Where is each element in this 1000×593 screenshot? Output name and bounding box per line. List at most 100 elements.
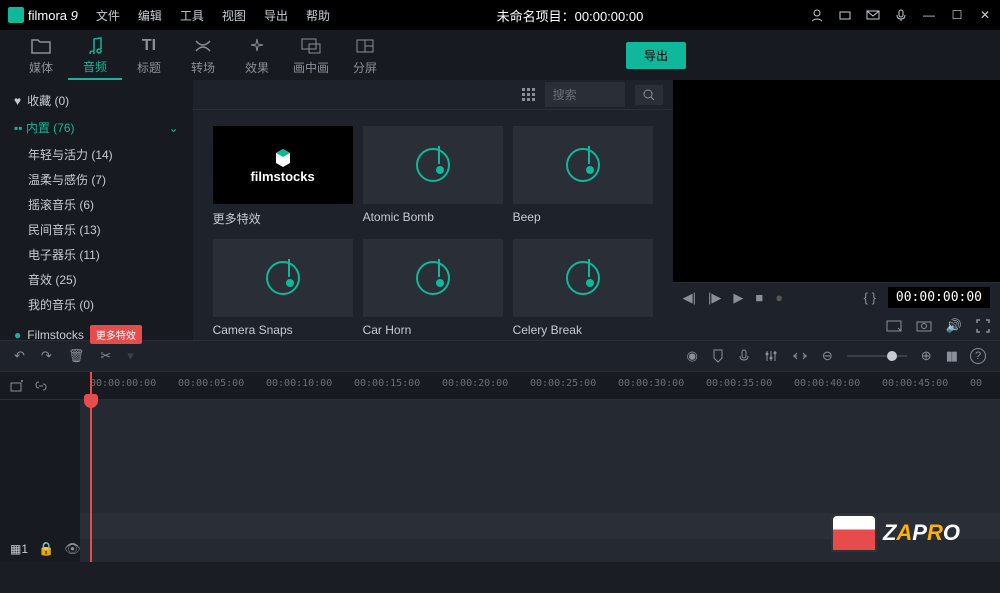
eye-icon[interactable]: 👁 [64,541,81,557]
zoom-in-icon[interactable]: ⊕ [921,348,932,364]
mixer-icon[interactable] [764,349,778,363]
grid-item[interactable]: Car Horn [363,239,503,337]
zoom-out-icon[interactable]: ⊖ [822,348,833,364]
audio-thumb[interactable] [363,126,503,204]
sidebar: ♥ 收藏 (0) ▪▪ 内置 (76) ⌄ 年轻与活力 (14) 温柔与感伤 (… [0,80,193,340]
tab-pip[interactable]: 画中画 [284,30,338,80]
menu-edit[interactable]: 编辑 [138,7,162,24]
mic-icon[interactable] [894,8,908,22]
music-icon [87,34,103,56]
help-icon[interactable]: ? [970,348,986,364]
favorites-row[interactable]: ♥ 收藏 (0) [0,88,193,113]
snapshot-icon[interactable] [916,320,932,332]
tab-title[interactable]: TI标题 [122,30,176,80]
render-icon[interactable]: ◉ [687,348,698,364]
fullscreen-icon[interactable] [976,319,990,333]
menu-export[interactable]: 导出 [264,7,288,24]
grid-item[interactable]: Atomic Bomb [363,126,503,227]
cat-folk[interactable]: 民间音乐 (13) [0,217,193,242]
panels-icon[interactable]: ▮▮ [946,348,956,364]
braces-icon[interactable]: { } [864,290,876,305]
cat-mymusic[interactable]: 我的音乐 (0) [0,292,193,317]
tab-split[interactable]: 分屏 [338,30,392,80]
audio-thumb[interactable] [513,239,653,317]
step-back-icon[interactable]: |▶ [708,290,721,306]
cut-icon[interactable]: ✂ [100,348,111,364]
tab-effects[interactable]: 效果 [230,30,284,80]
stop-icon[interactable]: ■ [755,290,763,305]
grid-view-icon[interactable] [522,88,535,101]
audio-thumb[interactable] [513,126,653,204]
link-icon[interactable] [34,379,48,393]
preview-panel: ◀| |▶ ▶ ■ ● { } 00:00:00:00 🔊 [673,80,1000,340]
record-icon[interactable]: ● [775,290,783,305]
asset-grid: filmstocks 更多特效 Atomic Bomb Beep Camera … [193,110,673,340]
chevron-down-icon: ⌄ [169,121,179,135]
titlebar-actions: — ☐ ✕ [810,8,992,22]
zoom-slider[interactable] [847,355,907,357]
cat-tender[interactable]: 温柔与感伤 (7) [0,167,193,192]
quality-icon[interactable] [886,320,902,332]
item-label: Beep [513,210,653,224]
prev-icon[interactable]: ◀| [683,290,696,306]
filmstocks-thumb[interactable]: filmstocks [213,126,353,204]
redo-icon[interactable]: ↷ [41,348,52,364]
menu-help[interactable]: 帮助 [306,7,330,24]
tab-transition[interactable]: 转场 [176,30,230,80]
tab-media[interactable]: 媒体 [14,30,68,80]
minimize-icon[interactable]: — [922,8,936,22]
transition-icon [194,35,212,57]
timeline-tracks[interactable]: 00:00:00:00 00:00:05:00 00:00:10:00 00:0… [80,372,1000,562]
audio-thumb[interactable] [363,239,503,317]
playback-controls: ◀| |▶ ▶ ■ ● { } 00:00:00:00 [673,282,1000,312]
lock-icon[interactable]: 🔒 [38,541,54,557]
close-icon[interactable]: ✕ [978,8,992,22]
timeline-left: ▦1 🔒 👁 [0,372,80,562]
search-input[interactable]: 搜索 [545,82,625,107]
filmstocks-row[interactable]: ● Filmstocks 更多特效 [0,317,193,352]
sparkle-icon [248,35,266,57]
cat-electronic[interactable]: 电子器乐 (11) [0,242,193,267]
marker-icon[interactable] [712,349,724,363]
search-icon[interactable] [635,85,663,105]
menu-file[interactable]: 文件 [96,7,120,24]
play-icon[interactable]: ▶ [733,290,743,306]
timeline-ruler[interactable]: 00:00:00:00 00:00:05:00 00:00:10:00 00:0… [80,372,1000,400]
audio-thumb[interactable] [213,239,353,317]
grid-item[interactable]: Celery Break [513,239,653,337]
item-label: Camera Snaps [213,323,353,337]
delete-icon[interactable]: 🗑 [68,348,85,364]
preview-options: 🔊 [673,312,1000,340]
grid-item[interactable]: filmstocks 更多特效 [213,126,353,227]
watermark: ZAPRO [831,514,960,552]
playhead[interactable] [90,372,92,562]
builtin-header[interactable]: ▪▪ 内置 (76) ⌄ [0,113,193,142]
menu-tools[interactable]: 工具 [180,7,204,24]
cat-young[interactable]: 年轻与活力 (14) [0,142,193,167]
item-label: Atomic Bomb [363,210,503,224]
grid-item[interactable]: Beep [513,126,653,227]
mail-icon[interactable] [866,8,880,22]
watermark-icon [831,514,877,552]
app-name: filmora 9 [28,8,78,23]
add-track-icon[interactable] [10,380,24,392]
cat-sfx[interactable]: 音效 (25) [0,267,193,292]
maximize-icon[interactable]: ☐ [950,8,964,22]
volume-icon[interactable]: 🔊 [946,318,962,334]
menu-view[interactable]: 视图 [222,7,246,24]
cat-rock[interactable]: 摇滚音乐 (6) [0,192,193,217]
grid-item[interactable]: Camera Snaps [213,239,353,337]
tab-audio[interactable]: 音频 [68,30,122,80]
export-button[interactable]: 导出 [626,42,686,69]
browser-toolbar: 搜索 [193,80,673,110]
more-effects-badge: 更多特效 [90,325,142,344]
undo-icon[interactable]: ↶ [14,348,25,364]
ticket-icon[interactable] [838,8,852,22]
folder-icon [31,35,51,57]
account-icon[interactable] [810,8,824,22]
item-label: Celery Break [513,323,653,337]
titlebar: filmora 9 文件 编辑 工具 视图 导出 帮助 未命名项目：00:00:… [0,0,1000,30]
fit-icon[interactable] [792,350,808,362]
voiceover-icon[interactable] [738,349,750,363]
text-icon: TI [142,35,156,57]
